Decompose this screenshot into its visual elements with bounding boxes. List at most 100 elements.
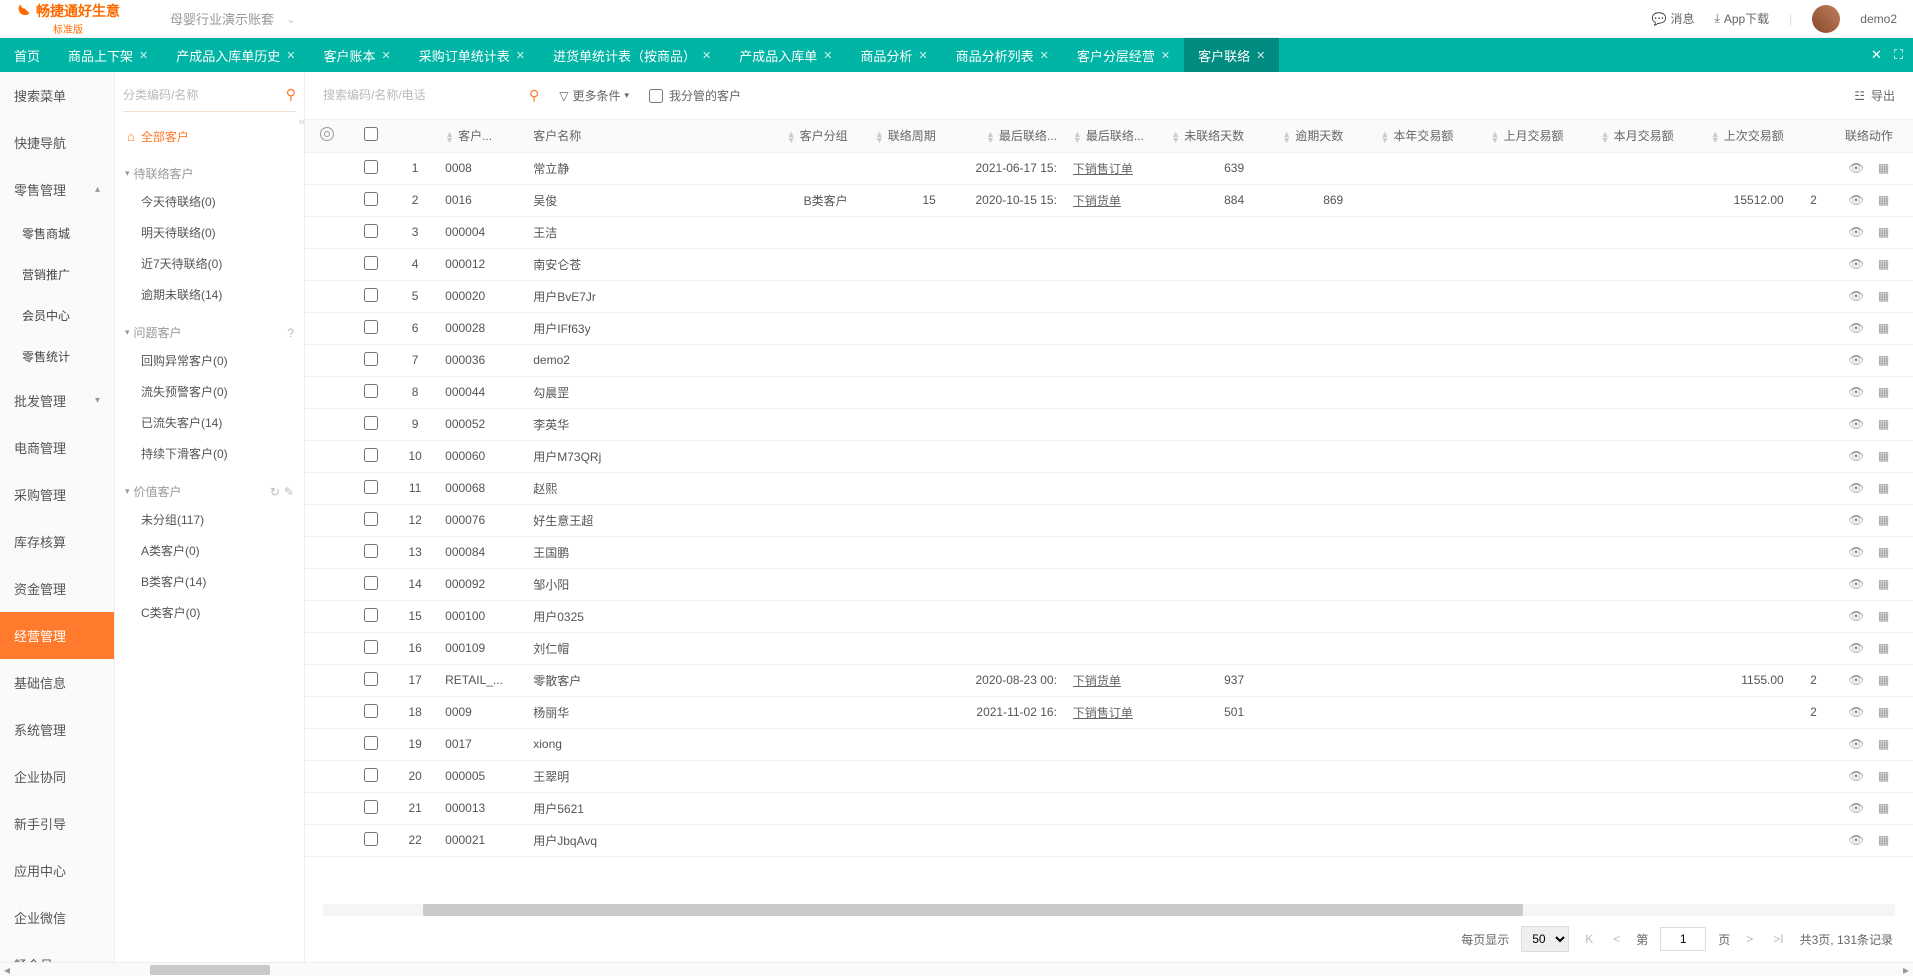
- nav-item[interactable]: 快捷导航: [0, 119, 114, 166]
- qr-icon[interactable]: ▦: [1878, 769, 1889, 783]
- qr-icon[interactable]: ▦: [1878, 673, 1889, 687]
- view-icon[interactable]: 👁: [1849, 321, 1864, 335]
- content-search-input[interactable]: [323, 82, 523, 108]
- tab[interactable]: 产成品入库单历史✕: [162, 38, 309, 72]
- scroll-left-icon[interactable]: ◂: [0, 963, 14, 977]
- pager-first-icon[interactable]: K: [1581, 932, 1597, 946]
- tab-fullscreen-icon[interactable]: ⛶: [1894, 47, 1903, 63]
- tab[interactable]: 进货单统计表（按商品）✕: [539, 38, 725, 72]
- account-dropdown[interactable]: 母婴行业演示账套: [170, 9, 274, 28]
- qr-icon[interactable]: ▦: [1878, 385, 1889, 399]
- view-icon[interactable]: 👁: [1849, 673, 1864, 687]
- close-icon[interactable]: ✕: [382, 49, 391, 62]
- view-icon[interactable]: 👁: [1849, 193, 1864, 207]
- nav-item[interactable]: 畅会员: [0, 941, 114, 962]
- nav-item[interactable]: 搜索菜单: [0, 72, 114, 119]
- last-action-link[interactable]: 下销售订单: [1073, 706, 1133, 720]
- qr-icon[interactable]: ▦: [1878, 417, 1889, 431]
- edit-icon[interactable]: ✎: [284, 485, 294, 499]
- last-action-link[interactable]: 下销货单: [1073, 194, 1121, 208]
- nav-item[interactable]: 企业协同: [0, 753, 114, 800]
- row-checkbox[interactable]: [364, 352, 378, 366]
- qr-icon[interactable]: ▦: [1878, 737, 1889, 751]
- tab[interactable]: 商品分析✕: [846, 38, 941, 72]
- qr-icon[interactable]: ▦: [1878, 257, 1889, 271]
- view-icon[interactable]: 👁: [1849, 737, 1864, 751]
- view-icon[interactable]: 👁: [1849, 609, 1864, 623]
- view-icon[interactable]: 👁: [1849, 577, 1864, 591]
- tab[interactable]: 客户账本✕: [309, 38, 404, 72]
- export-button[interactable]: ☳ 导出: [1854, 87, 1895, 104]
- tab[interactable]: 采购订单统计表✕: [405, 38, 539, 72]
- row-checkbox[interactable]: [364, 192, 378, 206]
- qr-icon[interactable]: ▦: [1878, 289, 1889, 303]
- row-checkbox[interactable]: [364, 512, 378, 526]
- view-icon[interactable]: 👁: [1849, 225, 1864, 239]
- qr-icon[interactable]: ▦: [1878, 801, 1889, 815]
- column-header[interactable]: ▲▼上次交易额: [1682, 120, 1792, 152]
- tree-leaf[interactable]: C类客户(0): [123, 597, 296, 628]
- tree-root[interactable]: ⌂ 全部客户: [123, 122, 296, 151]
- tab-close-all-icon[interactable]: ✕: [1871, 47, 1882, 63]
- nav-item[interactable]: 零售统计: [0, 336, 114, 377]
- tab[interactable]: 客户分层经营✕: [1063, 38, 1184, 72]
- qr-icon[interactable]: ▦: [1878, 641, 1889, 655]
- scroll-right-icon[interactable]: ▸: [1899, 963, 1913, 977]
- nav-item[interactable]: 经营管理: [0, 612, 114, 659]
- qr-icon[interactable]: ▦: [1878, 161, 1889, 175]
- tree-leaf[interactable]: 回购异常客户(0): [123, 345, 296, 376]
- close-icon[interactable]: ✕: [1161, 49, 1170, 62]
- tree-leaf[interactable]: 明天待联络(0): [123, 217, 296, 248]
- row-checkbox[interactable]: [364, 416, 378, 430]
- view-icon[interactable]: 👁: [1849, 833, 1864, 847]
- messages-link[interactable]: 💬消息: [1652, 10, 1695, 27]
- chevron-down-icon[interactable]: ⌄: [286, 12, 296, 26]
- nav-item[interactable]: 会员中心: [0, 295, 114, 336]
- row-checkbox[interactable]: [364, 608, 378, 622]
- table-h-scrollbar[interactable]: [323, 904, 1895, 916]
- tab[interactable]: 产成品入库单✕: [725, 38, 846, 72]
- tree-leaf[interactable]: 持续下滑客户(0): [123, 438, 296, 469]
- column-header[interactable]: ▲▼未联络天数: [1153, 120, 1252, 152]
- row-checkbox[interactable]: [364, 704, 378, 718]
- tree-leaf[interactable]: 流失预警客户(0): [123, 376, 296, 407]
- close-icon[interactable]: ✕: [516, 49, 525, 62]
- tree-leaf[interactable]: 近7天待联络(0): [123, 248, 296, 279]
- tree-search-input[interactable]: [123, 88, 286, 102]
- search-icon[interactable]: ⚲: [529, 87, 539, 104]
- row-checkbox[interactable]: [364, 320, 378, 334]
- column-header[interactable]: ▲▼客户...: [437, 120, 525, 152]
- row-checkbox[interactable]: [364, 448, 378, 462]
- qr-icon[interactable]: ▦: [1878, 545, 1889, 559]
- qr-icon[interactable]: ▦: [1878, 449, 1889, 463]
- row-checkbox[interactable]: [364, 288, 378, 302]
- row-checkbox[interactable]: [364, 480, 378, 494]
- view-icon[interactable]: 👁: [1849, 289, 1864, 303]
- avatar[interactable]: [1812, 5, 1840, 33]
- row-checkbox[interactable]: [364, 640, 378, 654]
- username[interactable]: demo2: [1860, 12, 1897, 26]
- nav-item[interactable]: 零售商城: [0, 213, 114, 254]
- close-icon[interactable]: ✕: [823, 49, 832, 62]
- nav-item[interactable]: 采购管理: [0, 471, 114, 518]
- qr-icon[interactable]: ▦: [1878, 833, 1889, 847]
- tree-leaf[interactable]: 已流失客户(14): [123, 407, 296, 438]
- close-icon[interactable]: ✕: [918, 49, 927, 62]
- column-header[interactable]: ▲▼本年交易额: [1351, 120, 1461, 152]
- qr-icon[interactable]: ▦: [1878, 705, 1889, 719]
- view-icon[interactable]: 👁: [1849, 641, 1864, 655]
- qr-icon[interactable]: ▦: [1878, 609, 1889, 623]
- row-checkbox[interactable]: [364, 800, 378, 814]
- column-header[interactable]: ▲▼客户分组: [768, 120, 856, 152]
- column-header[interactable]: ▲▼本月交易额: [1571, 120, 1681, 152]
- view-icon[interactable]: 👁: [1849, 449, 1864, 463]
- qr-icon[interactable]: ▦: [1878, 321, 1889, 335]
- view-icon[interactable]: 👁: [1849, 257, 1864, 271]
- tree-leaf[interactable]: B类客户(14): [123, 566, 296, 597]
- view-icon[interactable]: 👁: [1849, 353, 1864, 367]
- row-checkbox[interactable]: [364, 224, 378, 238]
- close-icon[interactable]: ✕: [139, 49, 148, 62]
- window-h-scrollbar[interactable]: ◂ ▸: [0, 962, 1913, 976]
- column-header[interactable]: ▲▼最后联络...: [1065, 120, 1153, 152]
- view-icon[interactable]: 👁: [1849, 513, 1864, 527]
